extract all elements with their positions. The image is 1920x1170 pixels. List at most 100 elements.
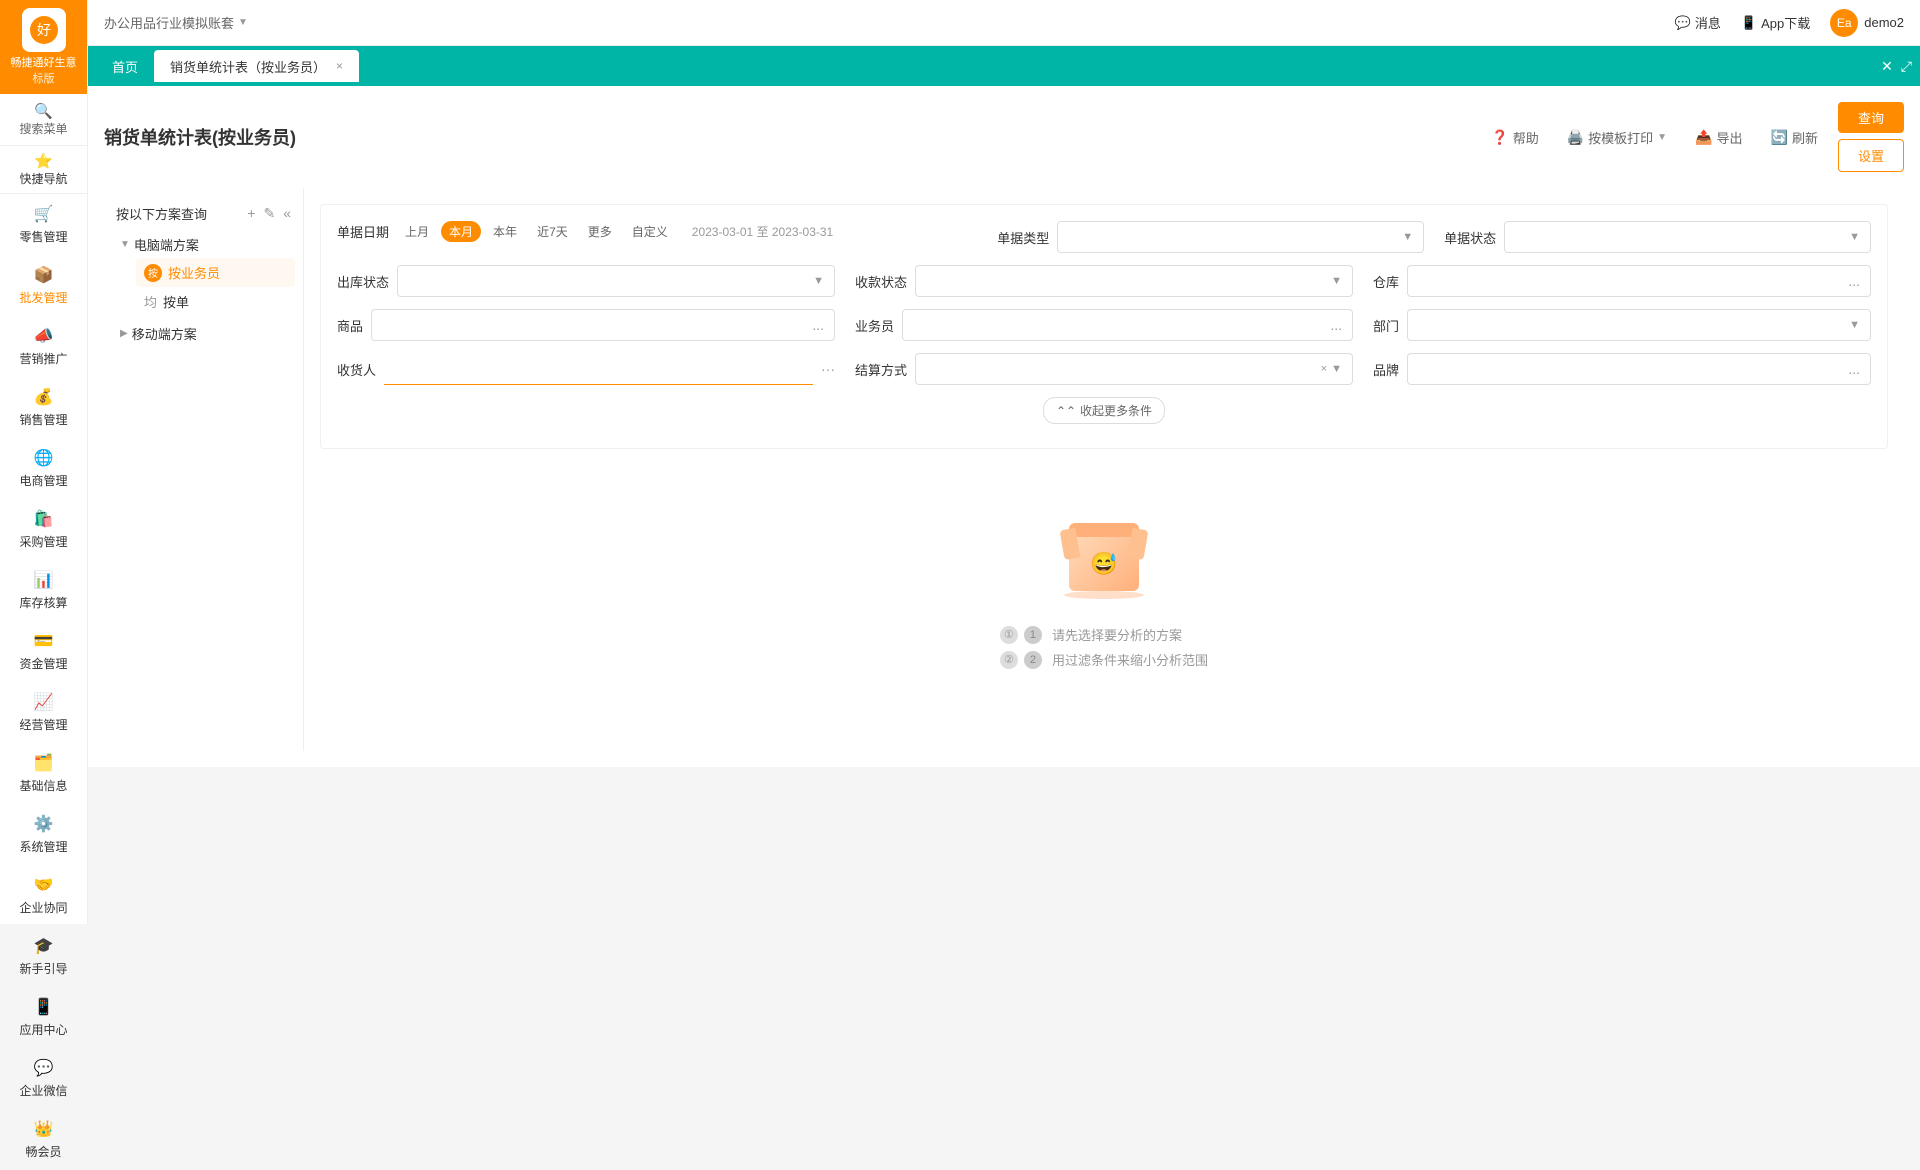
scheme-mobile[interactable]: ▶ 移动端方案 (112, 320, 295, 347)
warehouse-label: 仓库 (1373, 272, 1399, 291)
empty-tip-2: 2 用过滤条件来缩小分析范围 (1000, 650, 1208, 669)
topbar-message-btn[interactable]: 💬 消息 (1675, 13, 1721, 32)
tab-active[interactable]: 销货单统计表（按业务员） × (154, 50, 359, 82)
tab-home-label: 首页 (112, 57, 138, 76)
brand-dots-icon: ... (1848, 361, 1860, 377)
topbar-title-text: 办公用品行业模拟账套 (104, 13, 234, 32)
sidebar-item-ecommerce[interactable]: 🌐 电商管理 (0, 438, 87, 499)
query-btn[interactable]: 查询 (1838, 102, 1904, 133)
empty-tip-1: 1 请先选择要分析的方案 (1000, 625, 1208, 644)
sidebar-item-newbie[interactable]: 🎓 新手引导 (0, 926, 87, 987)
empty-icon: 😅 (1044, 509, 1164, 609)
sidebar: 好 畅捷通好生意 标版 🔍 搜索菜单 ⭐ 快捷导航 🛒 零售管理 📦 批发管理 … (0, 0, 88, 924)
maximize-icon[interactable]: ⤢ (1901, 58, 1912, 75)
doc-type-select[interactable]: ▼ (1057, 221, 1424, 253)
scheme-mobile-arrow: ▶ (120, 328, 128, 339)
user-label: demo2 (1864, 15, 1904, 30)
empty-tips: 1 请先选择要分析的方案 2 用过滤条件来缩小分析范围 (1000, 625, 1208, 675)
help-label: 帮助 (1513, 128, 1539, 147)
sidebar-item-appcenter[interactable]: 📱 应用中心 (0, 987, 87, 1048)
goods-input[interactable]: ... (371, 309, 835, 341)
avatar-text: Ea (1837, 16, 1852, 30)
scheme-by-order-icon: 均 (144, 292, 157, 311)
salesperson-input[interactable]: ... (902, 309, 1353, 341)
topbar: 办公用品行业模拟账套 ▼ 💬 消息 📱 App下载 Ea demo2 (88, 0, 1920, 46)
add-scheme-icon[interactable]: + (247, 205, 255, 222)
tab-close-btn[interactable]: × (336, 59, 343, 73)
doc-status-select[interactable]: ▼ (1504, 221, 1871, 253)
sidebar-item-sales[interactable]: 💰 销售管理 (0, 377, 87, 438)
salesperson-dots-icon: ... (1330, 317, 1342, 333)
date-tab-more[interactable]: 更多 (580, 221, 620, 242)
print-label: 按模板打印 (1588, 128, 1653, 147)
sidebar-item-purchase[interactable]: 🛍️ 采购管理 (0, 499, 87, 560)
date-label: 单据日期 (337, 222, 389, 241)
export-btn[interactable]: 📤 导出 (1687, 124, 1750, 151)
scheme-pc-children: 按 按业务员 均 按单 (112, 258, 295, 316)
empty-state: 😅 1 请先选择要 (320, 449, 1888, 735)
filter-col-date: 单据日期 上月 本月 本年 近7天 更多 自定义 2023-03-01 至 20… (337, 221, 997, 242)
settlement-clear-icon[interactable]: × (1321, 363, 1327, 375)
sidebar-item-inventory[interactable]: 📊 库存核算 (0, 560, 87, 621)
scheme-by-order[interactable]: 均 按单 (136, 287, 295, 316)
warehouse-input[interactable]: ... (1407, 265, 1871, 297)
receipt-status-select[interactable]: ▼ (915, 265, 1353, 297)
date-tab-custom[interactable]: 自定义 (624, 221, 676, 242)
collapse-sidebar-icon[interactable]: « (283, 205, 291, 222)
sidebar-item-enterprise[interactable]: 🤝 企业协同 (0, 865, 87, 926)
scheme-salesperson[interactable]: 按 按业务员 (136, 258, 295, 287)
topbar-title[interactable]: 办公用品行业模拟账套 ▼ (104, 13, 248, 32)
filter-col-brand: 品牌 ... (1373, 353, 1871, 385)
topbar-app-download-btn[interactable]: 📱 App下载 (1741, 13, 1810, 32)
filter-row-3: 商品 ... 业务员 ... (337, 309, 1871, 341)
print-btn[interactable]: 🖨️ 按模板打印 ▼ (1559, 124, 1675, 151)
scheme-mobile-label: 移动端方案 (132, 324, 197, 343)
topbar-user-btn[interactable]: Ea demo2 (1830, 9, 1904, 37)
filter-col-warehouse: 仓库 ... (1373, 265, 1871, 297)
settlement-select[interactable]: × ▼ (915, 353, 1353, 385)
edit-scheme-icon[interactable]: ✎ (263, 205, 275, 222)
filter-col-docstatus: 单据状态 ▼ (1444, 221, 1871, 253)
help-btn[interactable]: ❓ 帮助 (1483, 124, 1546, 151)
dept-arrow-icon: ▼ (1849, 319, 1860, 331)
filter-col-outstatus: 出库状态 ▼ (337, 265, 855, 297)
sidebar-item-basics[interactable]: 🗂️ 基础信息 (0, 743, 87, 804)
settings-btn[interactable]: 设置 (1838, 139, 1904, 172)
filter-header-label: 按以下方案查询 (116, 204, 207, 223)
sidebar-search-label: 搜索菜单 (19, 122, 67, 136)
out-status-select[interactable]: ▼ (397, 265, 835, 297)
close-window-icon[interactable]: ✕ (1881, 58, 1893, 75)
date-tab-thisyear[interactable]: 本年 (485, 221, 525, 242)
sidebar-item-quicknav[interactable]: ⭐ 快捷导航 (0, 146, 87, 194)
date-tab-thismonth[interactable]: 本月 (441, 221, 481, 242)
dept-label: 部门 (1373, 316, 1399, 335)
refresh-btn[interactable]: 🔄 刷新 (1763, 124, 1826, 151)
date-tab-7days[interactable]: 近7天 (529, 221, 576, 242)
settlement-label: 结算方式 (855, 360, 907, 379)
sidebar-item-operations[interactable]: 📈 经营管理 (0, 682, 87, 743)
tab-window-controls: ✕ ⤢ (1881, 58, 1912, 75)
tab-home[interactable]: 首页 (96, 50, 154, 82)
sidebar-item-finance[interactable]: 💳 资金管理 (0, 621, 87, 682)
app-logo[interactable]: 好 畅捷通好生意 标版 (0, 0, 87, 94)
date-tab-lastmonth[interactable]: 上月 (397, 221, 437, 242)
goods-dots-icon: ... (812, 317, 824, 333)
sidebar-item-member[interactable]: 👑 畅会员 (0, 1109, 87, 1170)
collapse-btn[interactable]: ⌃⌃ 收起更多条件 (1043, 397, 1165, 424)
filter-col-dept: 部门 ▼ (1373, 309, 1871, 341)
sidebar-quicknav-label: 快捷导航 (19, 172, 67, 186)
dept-select[interactable]: ▼ (1407, 309, 1871, 341)
sidebar-item-wholesale[interactable]: 📦 批发管理 (0, 255, 87, 316)
brand-input[interactable]: ... (1407, 353, 1871, 385)
query-btn-group: 查询 设置 (1838, 102, 1904, 172)
sidebar-item-retail[interactable]: 🛒 零售管理 (0, 194, 87, 255)
sidebar-item-marketing[interactable]: 📣 营销推广 (0, 316, 87, 377)
scheme-pc[interactable]: ▼ 电脑端方案 (112, 231, 295, 258)
content-body: 按以下方案查询 + ✎ « ▼ 电脑端方案 (104, 188, 1904, 751)
tabbar: 首页 销货单统计表（按业务员） × ✕ ⤢ (88, 46, 1920, 86)
sidebar-item-search[interactable]: 🔍 搜索菜单 (0, 94, 87, 146)
receiver-input[interactable] (384, 353, 813, 385)
sidebar-item-system[interactable]: ⚙️ 系统管理 (0, 804, 87, 865)
sidebar-item-wechat[interactable]: 💬 企业微信 (0, 1048, 87, 1109)
settlement-arrow-icon: ▼ (1331, 363, 1342, 375)
